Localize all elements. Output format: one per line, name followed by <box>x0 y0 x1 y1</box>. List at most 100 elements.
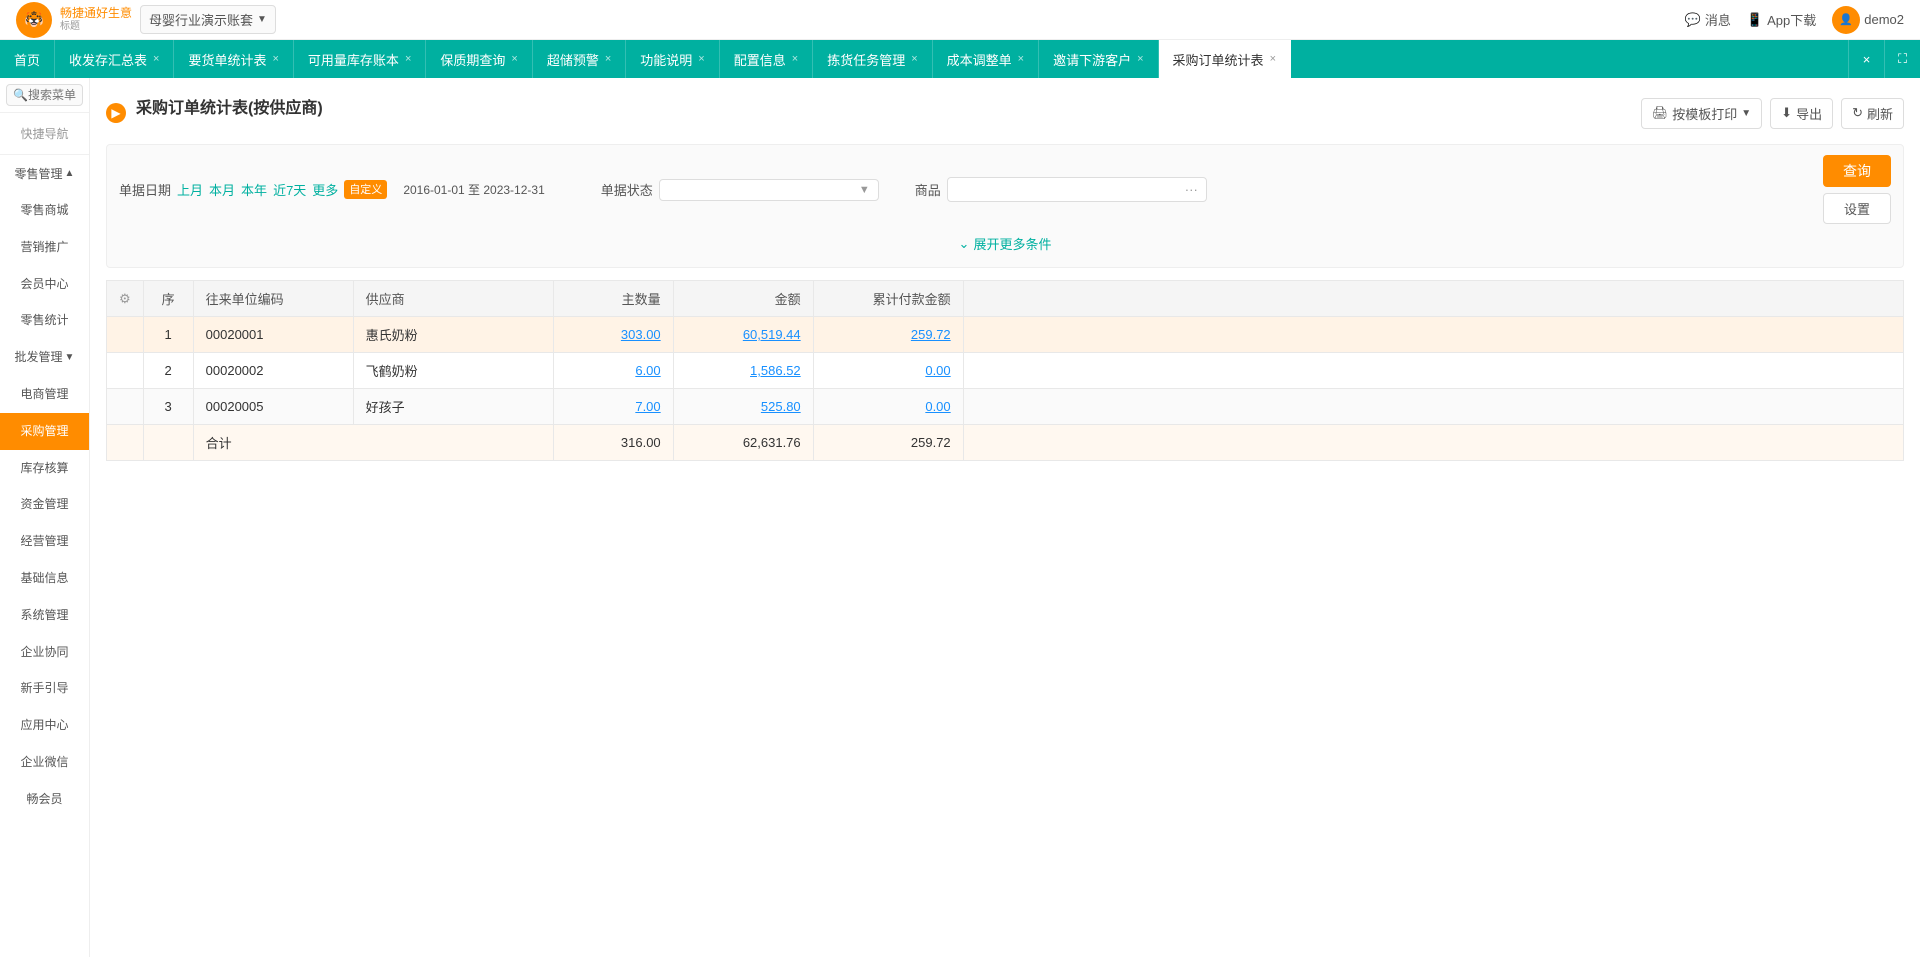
content-area: ▶ 采购订单统计表(按供应商) 🖨 按模板打印 ▼ ⬇ 导出 ↻ 刷新 <box>90 78 1920 957</box>
sidebar-item-finance-mgmt[interactable]: 资金管理 <box>0 486 89 523</box>
more-options-icon[interactable]: ··· <box>1185 182 1198 197</box>
tab-inventory[interactable]: 可用量库存账本 × <box>294 40 426 78</box>
close-icon[interactable]: × <box>272 53 278 65</box>
tab-expiry[interactable]: 保质期查询 × <box>426 40 532 78</box>
sidebar-item-inventory-check[interactable]: 库存核算 <box>0 450 89 487</box>
amount-link[interactable]: 60,519.44 <box>743 327 801 342</box>
logo-text: 畅捷通好生意 标题 <box>60 6 132 32</box>
tab-invite-downstream[interactable]: 邀请下游客户 × <box>1039 40 1158 78</box>
sidebar-item-system-mgmt[interactable]: 系统管理 <box>0 597 89 634</box>
table-row: 2 00020002 飞鹤奶粉 6.00 1,586.52 0.00 <box>107 353 1904 389</box>
user-avatar[interactable]: 👤 demo2 <box>1832 6 1904 34</box>
sidebar-item-wholesale-mgmt[interactable]: 批发管理 ▼ <box>0 339 89 376</box>
chevron-down-icon: ⌄ <box>959 236 970 252</box>
sidebar-item-enterprise-wechat[interactable]: 企业微信 <box>0 744 89 781</box>
print-btn[interactable]: 🖨 按模板打印 ▼ <box>1641 98 1762 129</box>
filter-bar: 单据日期 上月 本月 本年 近7天 更多 自定义 2016-01-01 至 20… <box>106 144 1904 268</box>
sidebar-item-ecommerce[interactable]: 电商管理 <box>0 376 89 413</box>
table-row: 3 00020005 好孩子 7.00 525.80 0.00 <box>107 389 1904 425</box>
status-select[interactable]: ▼ <box>659 179 879 201</box>
sidebar-item-retail-stats[interactable]: 零售统计 <box>0 302 89 339</box>
paid-link[interactable]: 259.72 <box>911 327 951 342</box>
chevron-down-icon: ▼ <box>1741 108 1751 119</box>
export-btn[interactable]: ⬇ 导出 <box>1770 98 1833 129</box>
date-shortcut-this-year[interactable]: 本年 <box>241 180 267 199</box>
close-icon[interactable]: × <box>1270 53 1276 65</box>
query-button[interactable]: 查询 <box>1823 155 1891 187</box>
date-shortcut-last-month[interactable]: 上月 <box>177 180 203 199</box>
date-shortcut-7days[interactable]: 近7天 <box>273 180 306 199</box>
sidebar-item-app-center[interactable]: 应用中心 <box>0 707 89 744</box>
close-icon[interactable]: × <box>792 53 798 65</box>
column-settings-icon[interactable]: ⚙ <box>119 291 131 306</box>
table-row: 1 00020001 惠氏奶粉 303.00 60,519.44 259.72 <box>107 317 1904 353</box>
page-title: 采购订单统计表(按供应商) <box>136 94 323 118</box>
amount-link[interactable]: 1,586.52 <box>750 363 801 378</box>
sidebar-item-enterprise-collab[interactable]: 企业协同 <box>0 634 89 671</box>
search-input[interactable] <box>28 88 88 102</box>
close-icon[interactable]: × <box>405 53 411 65</box>
paid-link[interactable]: 0.00 <box>925 363 950 378</box>
refresh-icon: ↻ <box>1852 105 1863 121</box>
tab-function-desc[interactable]: 功能说明 × <box>626 40 719 78</box>
tab-cost-adjust[interactable]: 成本调整单 × <box>933 40 1039 78</box>
sidebar-item-operation-mgmt[interactable]: 经营管理 <box>0 523 89 560</box>
tab-overstock[interactable]: 超储预警 × <box>533 40 626 78</box>
close-icon[interactable]: × <box>1018 53 1024 65</box>
goods-label: 商品 <box>915 180 941 199</box>
expand-more-conditions-btn[interactable]: ⌄ 展开更多条件 <box>951 230 1060 257</box>
printer-icon: 🖨 <box>1652 105 1669 121</box>
date-range-text: 2016-01-01 至 2023-12-31 <box>403 181 544 198</box>
chevron-down-icon: ▼ <box>65 351 75 365</box>
main-qty-link[interactable]: 303.00 <box>621 327 661 342</box>
search-icon: 🔍 <box>13 88 28 102</box>
data-table: ⚙ 序 往来单位编码 供应商 主数量 金额 累计付款金额 1 00020001 … <box>106 280 1904 461</box>
fullscreen-btn[interactable]: ⛶ <box>1884 40 1920 78</box>
tab-order-summary[interactable]: 要货单统计表 × <box>174 40 293 78</box>
date-shortcut-this-month[interactable]: 本月 <box>209 180 235 199</box>
close-icon[interactable]: × <box>698 53 704 65</box>
export-icon: ⬇ <box>1781 105 1792 121</box>
main-qty-link[interactable]: 6.00 <box>635 363 660 378</box>
tab-receive-summary[interactable]: 收发存汇总表 × <box>55 40 174 78</box>
sidebar-item-purchase-mgmt[interactable]: 采购管理 <box>0 413 89 450</box>
close-icon[interactable]: × <box>1137 53 1143 65</box>
custom-date-badge: 自定义 <box>344 180 387 199</box>
tab-home[interactable]: 首页 <box>0 40 55 78</box>
sidebar-item-retail-mgmt[interactable]: 零售管理 ▲ <box>0 155 89 192</box>
message-btn[interactable]: 💬 消息 <box>1685 10 1731 29</box>
tab-picking-task[interactable]: 拣货任务管理 × <box>813 40 932 78</box>
close-icon[interactable]: × <box>511 53 517 65</box>
sidebar-item-member-center[interactable]: 会员中心 <box>0 266 89 303</box>
sidebar: 🔍 快捷导航 零售管理 ▲ 零售商城 营销推广 会员中心 零售统计 批发管理 ▼… <box>0 78 90 957</box>
sidebar-item-marketing[interactable]: 营销推广 <box>0 229 89 266</box>
close-all-tabs-btn[interactable]: × <box>1848 40 1884 78</box>
sidebar-item-member[interactable]: 畅会员 <box>0 781 89 818</box>
top-bar: 🐯 畅捷通好生意 标题 母婴行业演示账套 ▼ 💬 消息 📱 App下载 👤 de… <box>0 0 1920 40</box>
date-label: 单据日期 <box>119 180 171 199</box>
close-icon[interactable]: × <box>911 53 917 65</box>
date-shortcut-more[interactable]: 更多 <box>312 180 338 199</box>
close-icon[interactable]: × <box>153 53 159 65</box>
refresh-btn[interactable]: ↻ 刷新 <box>1841 98 1904 129</box>
chevron-down-icon: ▼ <box>257 14 267 25</box>
sidebar-item-new-guide[interactable]: 新手引导 <box>0 670 89 707</box>
logo-icon: 🐯 <box>24 10 44 30</box>
tab-config-info[interactable]: 配置信息 × <box>720 40 813 78</box>
goods-input[interactable]: ··· <box>947 177 1207 202</box>
logo: 🐯 <box>16 2 52 38</box>
tab-purchase-summary[interactable]: 采购订单统计表 × <box>1159 40 1291 78</box>
paid-link[interactable]: 0.00 <box>925 399 950 414</box>
message-icon: 💬 <box>1685 12 1701 28</box>
app-download-btn[interactable]: 📱 App下载 <box>1747 10 1816 29</box>
chevron-down-icon: ▼ <box>859 184 870 196</box>
sidebar-item-retail-mall[interactable]: 零售商城 <box>0 192 89 229</box>
main-qty-link[interactable]: 7.00 <box>635 399 660 414</box>
amount-link[interactable]: 525.80 <box>761 399 801 414</box>
sidebar-item-basic-info[interactable]: 基础信息 <box>0 560 89 597</box>
settings-button[interactable]: 设置 <box>1823 193 1891 224</box>
nav-tabs-bar: 首页 收发存汇总表 × 要货单统计表 × 可用量库存账本 × 保质期查询 × 超… <box>0 40 1920 78</box>
close-icon[interactable]: × <box>605 53 611 65</box>
filter-toggle-btn[interactable]: ▶ <box>106 103 126 123</box>
workspace-selector[interactable]: 母婴行业演示账套 ▼ <box>140 5 276 34</box>
